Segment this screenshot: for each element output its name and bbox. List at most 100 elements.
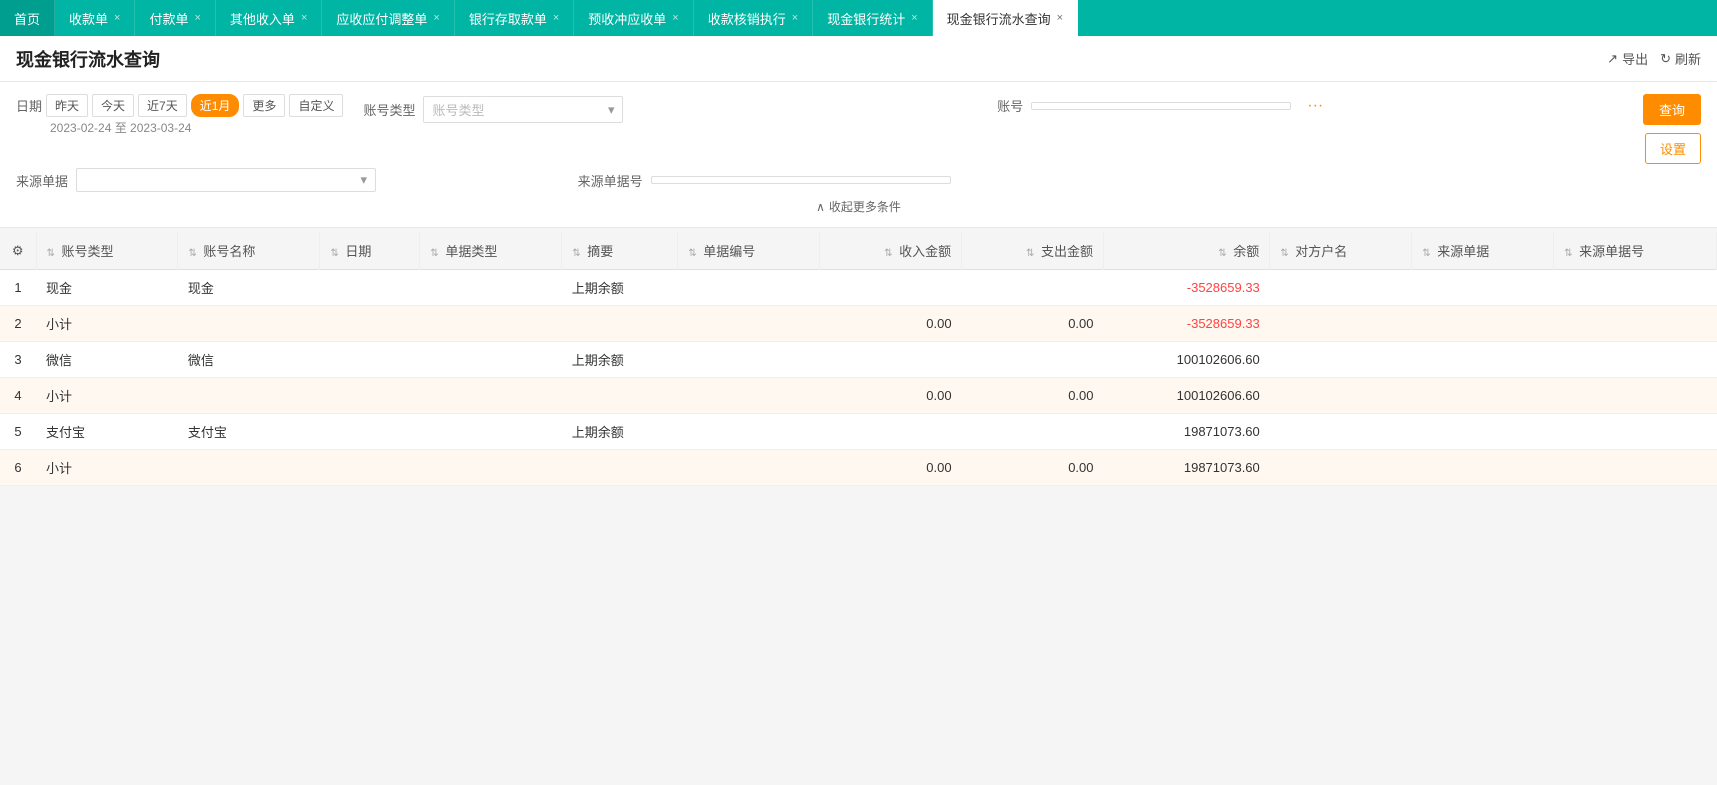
cell-balance: 100102606.60	[1104, 378, 1270, 414]
close-icon[interactable]: ×	[433, 12, 439, 24]
nav-tab-qitashouru[interactable]: 其他收入单 ×	[216, 0, 322, 36]
header-actions: ↗ 导出 ↻ 刷新	[1607, 49, 1701, 68]
close-icon[interactable]: ×	[301, 12, 307, 24]
cell-source-doc-no	[1554, 378, 1717, 414]
cell-date	[320, 270, 420, 306]
source-doc-num-filter: 来源单据号	[578, 171, 1132, 190]
cell-income: 0.00	[820, 450, 962, 486]
cell-doc-type	[420, 306, 562, 342]
account-type-select[interactable]: 账号类型 ▾	[423, 96, 623, 123]
table-header: ⚙ ⇅ 账号类型 ⇅ 账号名称 ⇅ 日期 ⇅ 单据类型	[0, 232, 1717, 270]
sort-icon: ⇅	[1218, 248, 1226, 259]
collapse-button[interactable]: ∧ 收起更多条件	[816, 198, 901, 215]
cell-doc-type	[420, 342, 562, 378]
table-row[interactable]: 5 支付宝 支付宝 上期余额 19871073.60	[0, 414, 1717, 450]
table-body: 1 现金 现金 上期余额 -3528659.33 2 小计 0.00 0.00 …	[0, 270, 1717, 486]
table-row[interactable]: 6 小计 0.00 0.00 19871073.60	[0, 450, 1717, 486]
gear-icon[interactable]: ⚙	[12, 243, 24, 258]
date-btn-7days[interactable]: 近7天	[138, 94, 187, 117]
nav-tab-yingshouyingfu[interactable]: 应收应付调整单 ×	[322, 0, 454, 36]
cell-account-type: 现金	[36, 270, 178, 306]
nav-tab-shoukuandan[interactable]: 收款单 ×	[55, 0, 135, 36]
close-icon[interactable]: ×	[792, 12, 798, 24]
source-doc-label: 来源单据	[16, 171, 68, 190]
col-source-doc-no[interactable]: ⇅ 来源单据号	[1554, 232, 1717, 270]
nav-tab-xianjintongji[interactable]: 现金银行统计 ×	[813, 0, 932, 36]
refresh-button[interactable]: ↻ 刷新	[1660, 49, 1701, 68]
col-income[interactable]: ⇅ 收入金额	[820, 232, 962, 270]
cell-expense: 0.00	[962, 306, 1104, 342]
cell-expense: 0.00	[962, 378, 1104, 414]
date-filter-label: 日期	[16, 96, 42, 115]
account-select[interactable]	[1031, 102, 1291, 110]
col-account-type[interactable]: ⇅ 账号类型	[36, 232, 178, 270]
cell-balance: -3528659.33	[1104, 270, 1270, 306]
table-row[interactable]: 2 小计 0.00 0.00 -3528659.33	[0, 306, 1717, 342]
col-doc-no[interactable]: ⇅ 单据编号	[678, 232, 820, 270]
table-row[interactable]: 1 现金 现金 上期余额 -3528659.33	[0, 270, 1717, 306]
col-doc-type[interactable]: ⇅ 单据类型	[420, 232, 562, 270]
cell-source-doc-no	[1554, 270, 1717, 306]
row-number: 4	[0, 378, 36, 414]
date-range-display: 2023-02-24 至 2023-03-24	[50, 119, 343, 136]
nav-tab-yushoucho[interactable]: 预收冲应收单 ×	[574, 0, 693, 36]
sort-icon: ⇅	[47, 248, 55, 259]
col-expense[interactable]: ⇅ 支出金额	[962, 232, 1104, 270]
row-number: 2	[0, 306, 36, 342]
query-button[interactable]: 查询	[1643, 94, 1701, 125]
date-btn-yesterday[interactable]: 昨天	[46, 94, 88, 117]
col-settings[interactable]: ⚙	[0, 232, 36, 270]
table-row[interactable]: 4 小计 0.00 0.00 100102606.60	[0, 378, 1717, 414]
table-row[interactable]: 3 微信 微信 上期余额 100102606.60	[0, 342, 1717, 378]
cell-balance: 19871073.60	[1104, 414, 1270, 450]
nav-tab-yinhangshouqu[interactable]: 银行存取款单 ×	[455, 0, 574, 36]
account-more-button[interactable]: ···	[1307, 97, 1323, 115]
nav-tab-fukuandan[interactable]: 付款单 ×	[135, 0, 215, 36]
date-btn-1month[interactable]: 近1月	[191, 94, 240, 117]
close-icon[interactable]: ×	[194, 12, 200, 24]
source-doc-num-label: 来源单据号	[578, 171, 643, 190]
chevron-down-icon: ▾	[360, 172, 367, 188]
account-type-placeholder: 账号类型	[432, 100, 484, 119]
date-btn-custom[interactable]: 自定义	[289, 94, 343, 117]
col-balance[interactable]: ⇅ 余额	[1104, 232, 1270, 270]
source-doc-select[interactable]: ▾	[76, 168, 376, 192]
col-account-name[interactable]: ⇅ 账号名称	[178, 232, 320, 270]
date-btn-more[interactable]: 更多	[243, 94, 285, 117]
cell-account-type: 微信	[36, 342, 178, 378]
chevron-down-icon: ▾	[608, 102, 615, 118]
cell-account-type: 小计	[36, 378, 178, 414]
close-icon[interactable]: ×	[672, 12, 678, 24]
export-icon: ↗	[1607, 51, 1618, 67]
sort-icon: ⇅	[688, 248, 696, 259]
col-counterpart[interactable]: ⇅ 对方户名	[1270, 232, 1412, 270]
col-source-doc[interactable]: ⇅ 来源单据	[1412, 232, 1554, 270]
close-icon[interactable]: ×	[553, 12, 559, 24]
sort-icon: ⇅	[884, 248, 892, 259]
sort-icon: ⇅	[188, 248, 196, 259]
refresh-icon: ↻	[1660, 51, 1671, 67]
nav-tab-liushui[interactable]: 现金银行流水查询 ×	[933, 0, 1078, 36]
cell-account-name: 微信	[178, 342, 320, 378]
close-icon[interactable]: ×	[1057, 12, 1063, 24]
cell-source-doc	[1412, 306, 1554, 342]
export-button[interactable]: ↗ 导出	[1607, 49, 1648, 68]
collapse-bar: ∧ 收起更多条件	[16, 192, 1701, 219]
cell-doc-no	[678, 378, 820, 414]
col-summary[interactable]: ⇅ 摘要	[562, 232, 678, 270]
account-label: 账号	[997, 96, 1023, 115]
close-icon[interactable]: ×	[114, 12, 120, 24]
close-icon[interactable]: ×	[911, 12, 917, 24]
cell-date	[320, 414, 420, 450]
nav-home[interactable]: 首页	[0, 0, 55, 36]
col-date[interactable]: ⇅ 日期	[320, 232, 420, 270]
settings-button[interactable]: 设置	[1645, 133, 1701, 164]
cell-doc-type	[420, 270, 562, 306]
cell-doc-no	[678, 306, 820, 342]
source-doc-num-input[interactable]	[651, 176, 951, 184]
nav-tab-shoukuanhexiao[interactable]: 收款核销执行 ×	[694, 0, 813, 36]
date-btn-today[interactable]: 今天	[92, 94, 134, 117]
page-title: 现金银行流水查询	[16, 46, 160, 72]
cell-source-doc	[1412, 378, 1554, 414]
cell-counterpart	[1270, 306, 1412, 342]
